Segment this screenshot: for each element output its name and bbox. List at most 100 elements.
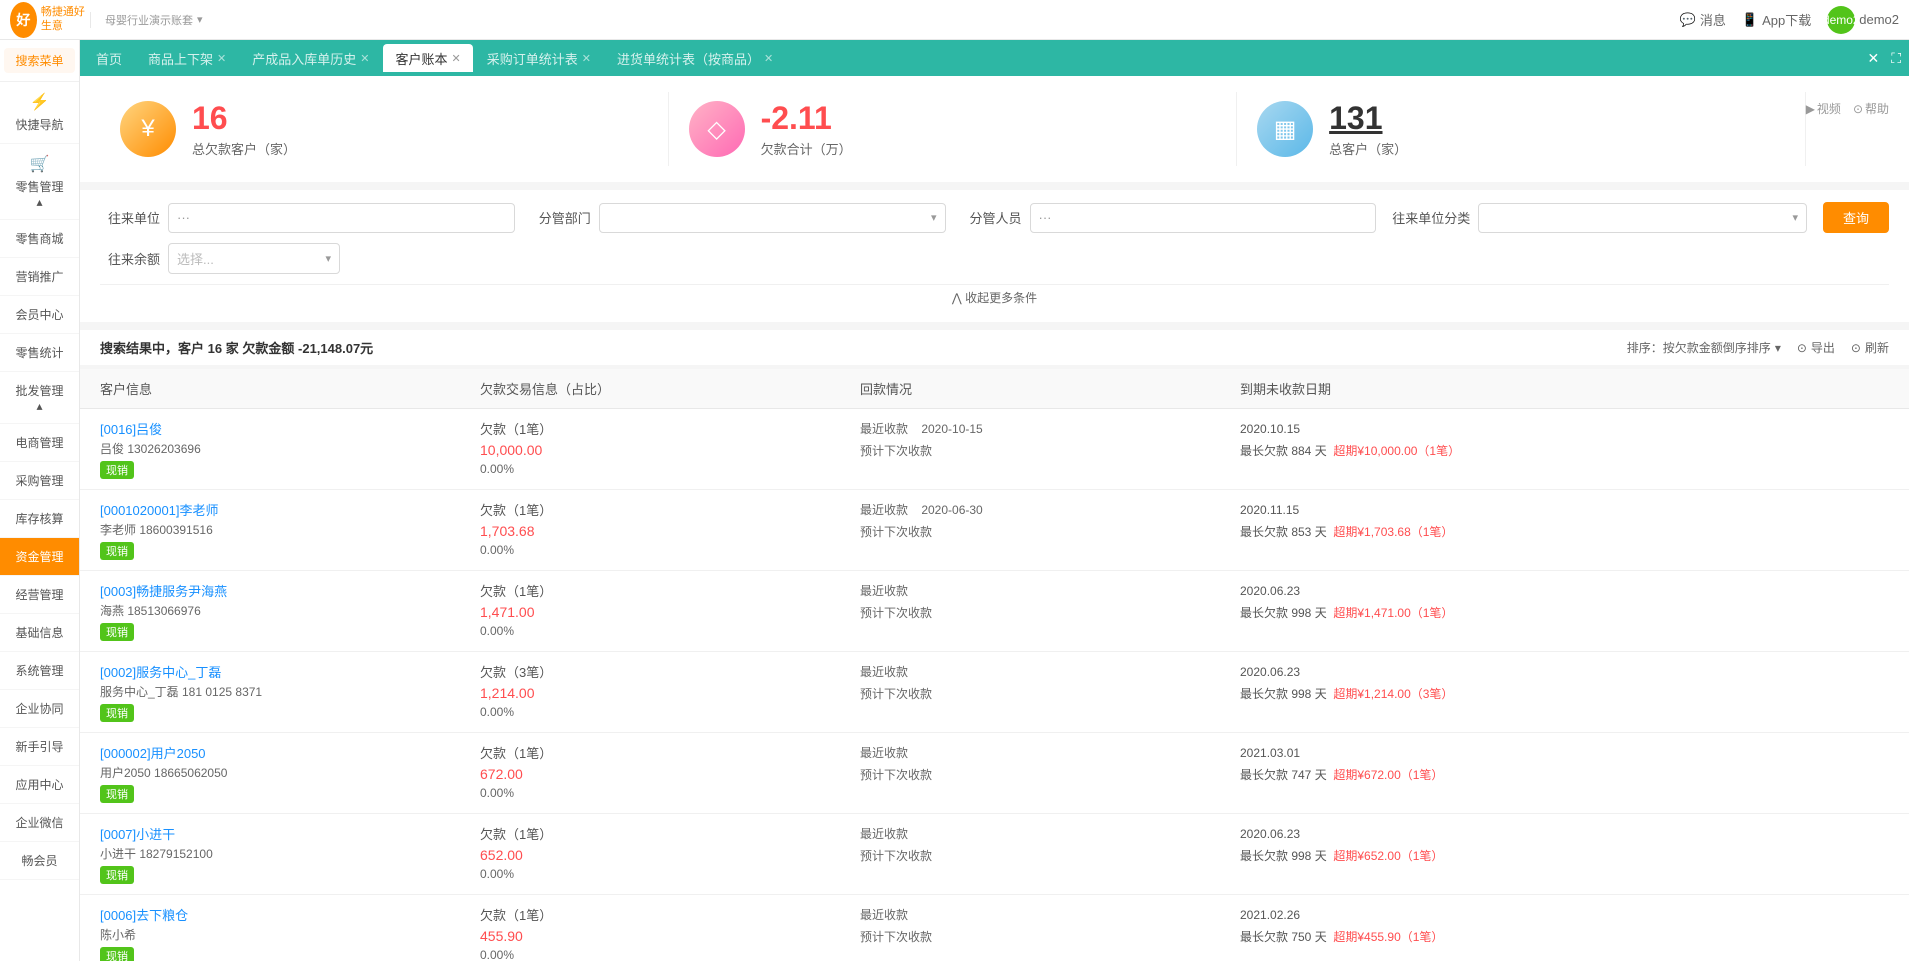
sidebar-item-retail-mall[interactable]: 零售商城 <box>0 220 79 258</box>
sidebar-item-app-center[interactable]: 应用中心 <box>0 766 79 804</box>
tab-label: 采购订单统计表 <box>487 49 578 68</box>
tab-products[interactable]: 商品上下架 ✕ <box>136 44 238 72</box>
tab-bar: 首页 商品上下架 ✕ 产成品入库单历史 ✕ 客户账本 ✕ 采购订单统计表 ✕ <box>80 40 1909 76</box>
debt-ratio: 0.00% <box>480 948 860 961</box>
logo-area: 好 畅捷通好生意 <box>10 2 90 38</box>
sidebar-item-member-center[interactable]: 会员中心 <box>0 296 79 334</box>
payment-cell: 最近收款 预计下次收款 <box>860 743 1240 786</box>
sidebar-item-member[interactable]: 畅会员 <box>0 842 79 880</box>
tab-expand-btn[interactable]: ⛶ <box>1887 46 1905 71</box>
message-icon: 💬 <box>1680 12 1696 28</box>
overdue-link[interactable]: 超期¥672.00（1笔） <box>1333 768 1443 782</box>
manager-input[interactable]: ··· <box>1030 203 1377 233</box>
debt-label: 欠款（1笔） <box>480 824 860 843</box>
sidebar-item-quick-nav[interactable]: ⚡ 快捷导航 <box>0 82 79 144</box>
system-selector[interactable]: 母婴行业演示账套 ▾ <box>90 12 213 28</box>
filter-dept: 分管部门 ▾ <box>531 203 946 233</box>
app-download-label: App下载 <box>1762 10 1811 29</box>
system-name: 母婴行业演示账套 <box>105 12 193 28</box>
customer-name-link[interactable]: [0006]去下粮仓 <box>100 908 188 923</box>
sidebar-item-basic-info[interactable]: 基础信息 <box>0 614 79 652</box>
overdue-cell: 2020.10.15 最长欠款 884 天 超期¥10,000.00（1笔） <box>1240 419 1889 462</box>
user-profile[interactable]: demo2 demo2 <box>1827 6 1899 34</box>
tab-production[interactable]: 产成品入库单历史 ✕ <box>240 44 381 72</box>
filter-from-unit: 往来单位 ··· <box>100 203 515 233</box>
sidebar-item-enterprise-wechat[interactable]: 企业微信 <box>0 804 79 842</box>
sidebar-item-finance[interactable]: 资金管理 <box>0 538 79 576</box>
collapse-filters-btn[interactable]: ⋀ 收起更多条件 <box>100 284 1889 310</box>
customer-name-link[interactable]: [0001020001]李老师 <box>100 503 219 518</box>
overdue-cell: 2020.06.23 最长欠款 998 天 超期¥1,214.00（3笔） <box>1240 662 1889 705</box>
video-link[interactable]: ▶ 视频 <box>1806 100 1841 117</box>
tab-purchase-order[interactable]: 采购订单统计表 ✕ <box>475 44 603 72</box>
overdue-link[interactable]: 超期¥1,471.00（1笔） <box>1333 606 1453 620</box>
app-download-btn[interactable]: 📱 App下载 <box>1742 10 1811 29</box>
chevron-down-icon: ▾ <box>325 252 331 265</box>
debt-label: 欠款（3笔） <box>480 662 860 681</box>
refresh-label: 刷新 <box>1865 339 1889 356</box>
close-icon[interactable]: ✕ <box>217 52 226 65</box>
sidebar-item-batch-mgmt[interactable]: 批发管理 ▴ <box>0 372 79 424</box>
chevron-down-icon: ▾ <box>197 13 203 26</box>
overdue-link[interactable]: 超期¥455.90（1笔） <box>1333 930 1443 944</box>
sort-select[interactable]: 排序：按欠款金额倒序排序 ▾ <box>1627 339 1781 356</box>
customer-phone: 小进干 18279152100 <box>100 845 480 862</box>
refresh-btn[interactable]: ⊙ 刷新 <box>1851 339 1889 356</box>
search-button[interactable]: 查询 <box>1823 202 1889 233</box>
logo-text: 畅捷通好生意 <box>41 6 90 32</box>
close-icon[interactable]: ✕ <box>582 52 591 65</box>
sidebar-item-inventory[interactable]: 库存核算 <box>0 500 79 538</box>
sidebar-item-label: 畅会员 <box>21 852 57 869</box>
help-link[interactable]: ⊙ 帮助 <box>1853 100 1889 117</box>
close-icon[interactable]: ✕ <box>764 52 773 65</box>
customer-unit: 家 <box>226 341 239 356</box>
close-icon[interactable]: ✕ <box>360 52 369 65</box>
customer-name-link[interactable]: [0016]吕俊 <box>100 422 162 437</box>
tab-inbound-stats[interactable]: 进货单统计表（按商品） ✕ <box>605 44 785 72</box>
sidebar-item-new-guide[interactable]: 新手引导 <box>0 728 79 766</box>
retail-mgmt-icon: 🛒 <box>30 154 50 174</box>
sidebar-item-label: 零售统计 <box>15 344 63 361</box>
overdue-link[interactable]: 超期¥652.00（1笔） <box>1333 849 1443 863</box>
payment-cell: 最近收款 2020-10-15 预计下次收款 <box>860 419 1240 462</box>
tab-customer-account[interactable]: 客户账本 ✕ <box>383 44 472 72</box>
sidebar-item-retail-mgmt[interactable]: 🛒 零售管理 ▴ <box>0 144 79 220</box>
sidebar-item-marketing[interactable]: 营销推广 <box>0 258 79 296</box>
overdue-link[interactable]: 超期¥1,703.68（1笔） <box>1333 525 1453 539</box>
message-label: 消息 <box>1700 10 1726 29</box>
sidebar-item-ecommerce[interactable]: 电商管理 <box>0 424 79 462</box>
customer-name-link[interactable]: [0003]畅捷服务尹海燕 <box>100 584 227 599</box>
sidebar-item-system-mgmt[interactable]: 系统管理 <box>0 652 79 690</box>
search-menu-btn[interactable]: 搜索菜单 <box>4 48 75 73</box>
tab-close-all-btn[interactable]: ✕ <box>1863 46 1883 71</box>
customer-name-link[interactable]: [0007]小进干 <box>100 827 175 842</box>
overdue-cell: 2020.06.23 最长欠款 998 天 超期¥1,471.00（1笔） <box>1240 581 1889 624</box>
sidebar-item-label: 基础信息 <box>15 624 63 641</box>
filter-area: 往来单位 ··· 分管部门 ▾ <box>80 190 1909 322</box>
sidebar-item-purchase-mgmt[interactable]: 采购管理 <box>0 462 79 500</box>
balance-select[interactable]: 选择... ▾ <box>168 243 340 274</box>
sidebar-item-retail-stats[interactable]: 零售统计 <box>0 334 79 372</box>
message-btn[interactable]: 💬 消息 <box>1680 10 1726 29</box>
customer-name-link[interactable]: [000002]用户2050 <box>100 746 206 761</box>
sidebar-item-operations[interactable]: 经营管理 <box>0 576 79 614</box>
data-table: 客户信息 欠款交易信息（占比） 回款情况 到期未收款日期 [0016]吕俊 吕俊… <box>80 369 1909 961</box>
customer-tag: 现销 <box>100 704 134 722</box>
close-icon[interactable]: ✕ <box>452 52 461 65</box>
export-btn[interactable]: ⊙ 导出 <box>1797 339 1835 356</box>
sidebar-item-enterprise[interactable]: 企业协同 <box>0 690 79 728</box>
sidebar-search-area: 搜索菜单 <box>0 40 79 82</box>
unit-category-select[interactable]: ▾ <box>1478 203 1807 233</box>
customer-name-link[interactable]: [0002]服务中心_丁磊 <box>100 665 221 680</box>
overdue-link[interactable]: 超期¥10,000.00（1笔） <box>1333 444 1460 458</box>
overdue-link[interactable]: 超期¥1,214.00（3笔） <box>1333 687 1453 701</box>
from-unit-input[interactable]: ··· <box>168 203 515 233</box>
help-label: 帮助 <box>1865 100 1889 117</box>
debt-amount: 672.00 <box>480 766 860 782</box>
debt-icon: ◇ <box>689 101 745 157</box>
sidebar-item-label: 应用中心 <box>15 776 63 793</box>
play-icon: ▶ <box>1806 102 1815 116</box>
debt-label: 欠款（1笔） <box>480 905 860 924</box>
tab-home[interactable]: 首页 <box>84 44 134 72</box>
dept-select[interactable]: ▾ <box>599 203 946 233</box>
